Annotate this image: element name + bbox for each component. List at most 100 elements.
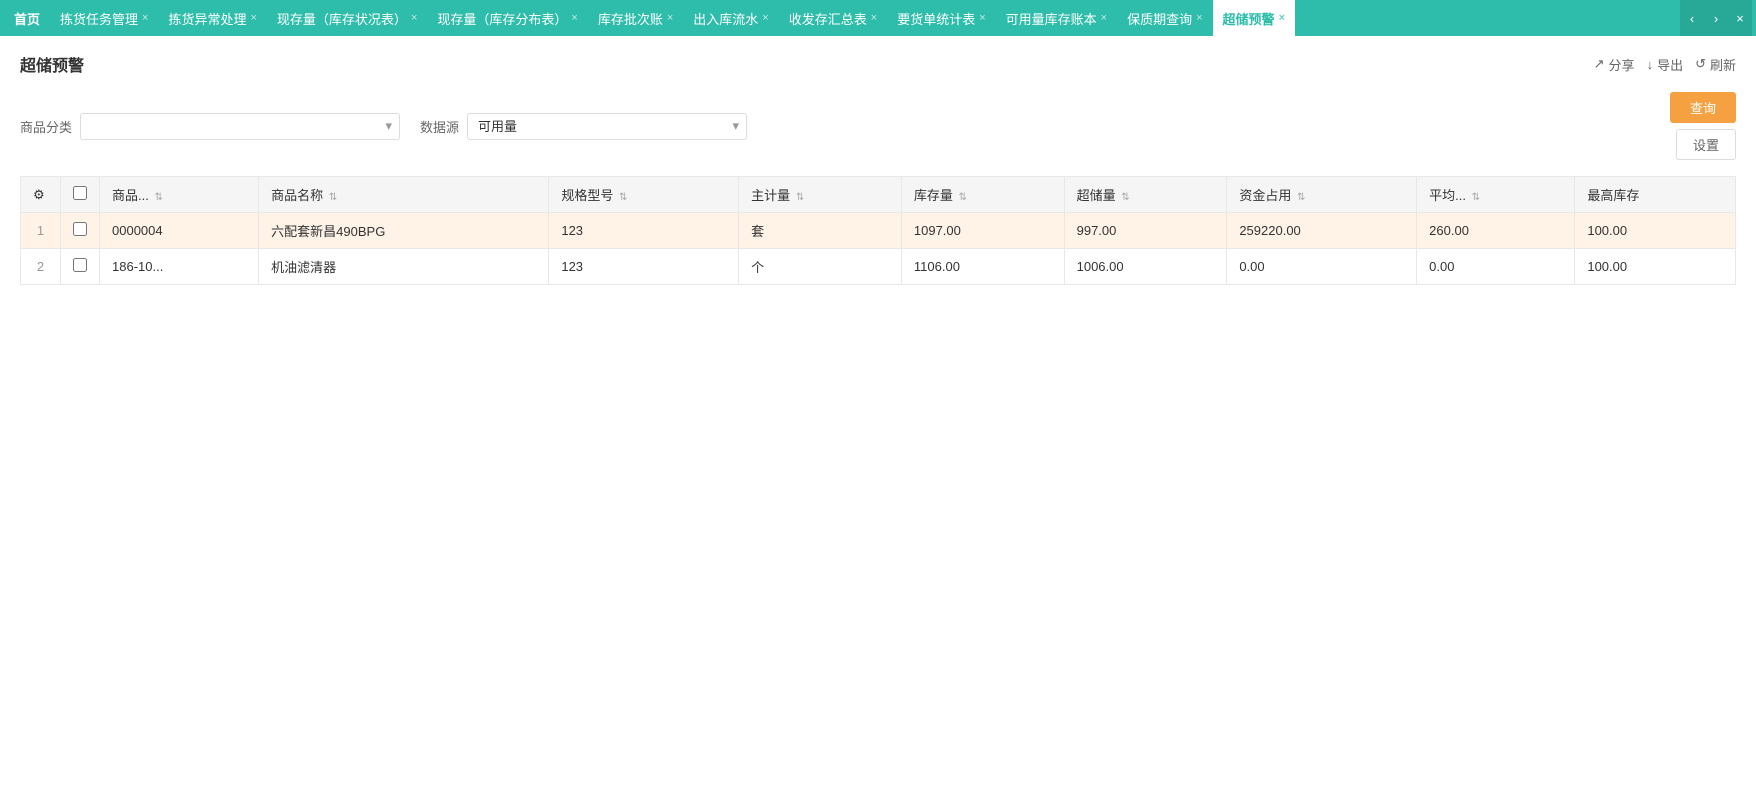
nav-batch-account[interactable]: 库存批次账 × (588, 0, 683, 36)
close-task-mgmt[interactable]: × (142, 12, 148, 24)
col-stock[interactable]: 库存量 ⇅ (901, 177, 1064, 213)
col-settings[interactable]: ⚙ (21, 177, 61, 213)
refresh-icon: ↺ (1695, 56, 1706, 72)
col-spec[interactable]: 规格型号 ⇅ (549, 177, 739, 213)
close-inventory-dist[interactable]: × (571, 12, 577, 24)
sort-stock-icon: ⇅ (959, 192, 967, 203)
nav-arrows: ‹ › × (1680, 0, 1752, 36)
filter-data-source-group: 数据源 可用量 (420, 113, 747, 140)
row-checkbox-cell (61, 213, 100, 249)
sort-avg-icon: ⇅ (1472, 192, 1480, 203)
nav-close-button[interactable]: × (1728, 0, 1752, 36)
settings-button[interactable]: 设置 (1676, 129, 1736, 160)
export-button[interactable]: ↓ 导出 (1647, 55, 1684, 74)
table-row: 2 186-10... 机油滤清器 123 个 1106.00 1006.00 … (21, 249, 1736, 285)
close-batch-account[interactable]: × (667, 12, 673, 24)
header-actions: ↗ 分享 ↓ 导出 ↺ 刷新 (1594, 55, 1736, 74)
row-unit: 个 (739, 249, 902, 285)
data-source-label: 数据源 (420, 117, 459, 136)
table-header: ⚙ 商品... ⇅ 商品名称 ⇅ 规格型号 ⇅ 主计量 (21, 177, 1736, 213)
sort-product-code-icon: ⇅ (154, 192, 162, 203)
sort-spec-icon: ⇅ (619, 192, 627, 203)
close-exception[interactable]: × (250, 12, 256, 24)
product-category-select-wrapper (80, 113, 400, 140)
nav-order-stats[interactable]: 要货单统计表 × (887, 0, 995, 36)
product-category-select[interactable] (80, 113, 400, 140)
col-capital-usage[interactable]: 资金占用 ⇅ (1227, 177, 1417, 213)
row-spec: 123 (549, 213, 739, 249)
page-header: 超储预警 ↗ 分享 ↓ 导出 ↺ 刷新 (20, 52, 1736, 76)
row-product-name: 六配套新昌490BPG (259, 213, 549, 249)
nav-home[interactable]: 首页 (4, 0, 50, 36)
row-capital-usage: 259220.00 (1227, 213, 1417, 249)
row-product-name: 机油滤清器 (259, 249, 549, 285)
query-button[interactable]: 查询 (1670, 92, 1736, 123)
sort-product-name-icon: ⇅ (329, 192, 337, 203)
col-overstock[interactable]: 超储量 ⇅ (1064, 177, 1227, 213)
product-category-label: 商品分类 (20, 117, 72, 136)
row-checkbox[interactable] (73, 258, 87, 272)
nav-available-ledger[interactable]: 可用量库存账本 × (996, 0, 1117, 36)
nav-task-mgmt[interactable]: 拣货任务管理 × (50, 0, 158, 36)
data-source-select-wrapper: 可用量 (467, 113, 747, 140)
page-title: 超储预警 (20, 52, 84, 76)
row-stock: 1097.00 (901, 213, 1064, 249)
select-all-checkbox[interactable] (73, 186, 87, 200)
row-num: 1 (21, 213, 61, 249)
nav-summary[interactable]: 收发存汇总表 × (779, 0, 887, 36)
close-summary[interactable]: × (871, 12, 877, 24)
sort-capital-icon: ⇅ (1297, 192, 1305, 203)
nav-exception[interactable]: 拣货异常处理 × (158, 0, 266, 36)
nav-expiry-query[interactable]: 保质期查询 × (1117, 0, 1212, 36)
data-table: ⚙ 商品... ⇅ 商品名称 ⇅ 规格型号 ⇅ 主计量 (20, 176, 1736, 285)
col-product-name[interactable]: 商品名称 ⇅ (259, 177, 549, 213)
table-body: 1 0000004 六配套新昌490BPG 123 套 1097.00 997.… (21, 213, 1736, 285)
col-avg[interactable]: 平均... ⇅ (1417, 177, 1575, 213)
close-expiry-query[interactable]: × (1196, 12, 1202, 24)
share-label: 分享 (1609, 55, 1635, 74)
close-order-stats[interactable]: × (979, 12, 985, 24)
row-avg: 260.00 (1417, 213, 1575, 249)
filter-row: 商品分类 数据源 可用量 查询 设置 (20, 92, 1736, 160)
row-num: 2 (21, 249, 61, 285)
row-overstock: 1006.00 (1064, 249, 1227, 285)
share-icon: ↗ (1594, 56, 1605, 72)
col-max-stock[interactable]: 最高库存 (1575, 177, 1736, 213)
nav-inout-flow[interactable]: 出入库流水 × (683, 0, 778, 36)
table-row: 1 0000004 六配套新昌490BPG 123 套 1097.00 997.… (21, 213, 1736, 249)
close-overstock-warning[interactable]: × (1279, 12, 1285, 24)
nav-next-button[interactable]: › (1704, 0, 1728, 36)
nav-inventory-status[interactable]: 现存量（库存状况表） × (267, 0, 427, 36)
row-product-code: 0000004 (100, 213, 259, 249)
row-capital-usage: 0.00 (1227, 249, 1417, 285)
row-product-code: 186-10... (100, 249, 259, 285)
row-avg: 0.00 (1417, 249, 1575, 285)
data-source-select[interactable]: 可用量 (467, 113, 747, 140)
col-checkbox (61, 177, 100, 213)
filter-product-category-group: 商品分类 (20, 113, 400, 140)
row-max-stock: 100.00 (1575, 213, 1736, 249)
row-checkbox-cell (61, 249, 100, 285)
row-max-stock: 100.00 (1575, 249, 1736, 285)
row-stock: 1106.00 (901, 249, 1064, 285)
refresh-label: 刷新 (1710, 55, 1736, 74)
refresh-button[interactable]: ↺ 刷新 (1695, 55, 1736, 74)
row-overstock: 997.00 (1064, 213, 1227, 249)
export-icon: ↓ (1647, 57, 1654, 72)
close-available-ledger[interactable]: × (1101, 12, 1107, 24)
col-product-code[interactable]: 商品... ⇅ (100, 177, 259, 213)
page-content: 超储预警 ↗ 分享 ↓ 导出 ↺ 刷新 商品分类 (0, 36, 1756, 800)
row-checkbox[interactable] (73, 222, 87, 236)
nav-prev-button[interactable]: ‹ (1680, 0, 1704, 36)
close-inout-flow[interactable]: × (762, 12, 768, 24)
row-unit: 套 (739, 213, 902, 249)
nav-overstock-warning[interactable]: 超储预警 × (1213, 0, 1295, 36)
export-label: 导出 (1657, 55, 1683, 74)
col-unit[interactable]: 主计量 ⇅ (739, 177, 902, 213)
share-button[interactable]: ↗ 分享 (1594, 55, 1635, 74)
sort-overstock-icon: ⇅ (1121, 192, 1129, 203)
topbar: 首页 拣货任务管理 × 拣货异常处理 × 现存量（库存状况表） × 现存量（库存… (0, 0, 1756, 36)
close-inventory-status[interactable]: × (411, 12, 417, 24)
row-spec: 123 (549, 249, 739, 285)
nav-inventory-dist[interactable]: 现存量（库存分布表） × (427, 0, 587, 36)
